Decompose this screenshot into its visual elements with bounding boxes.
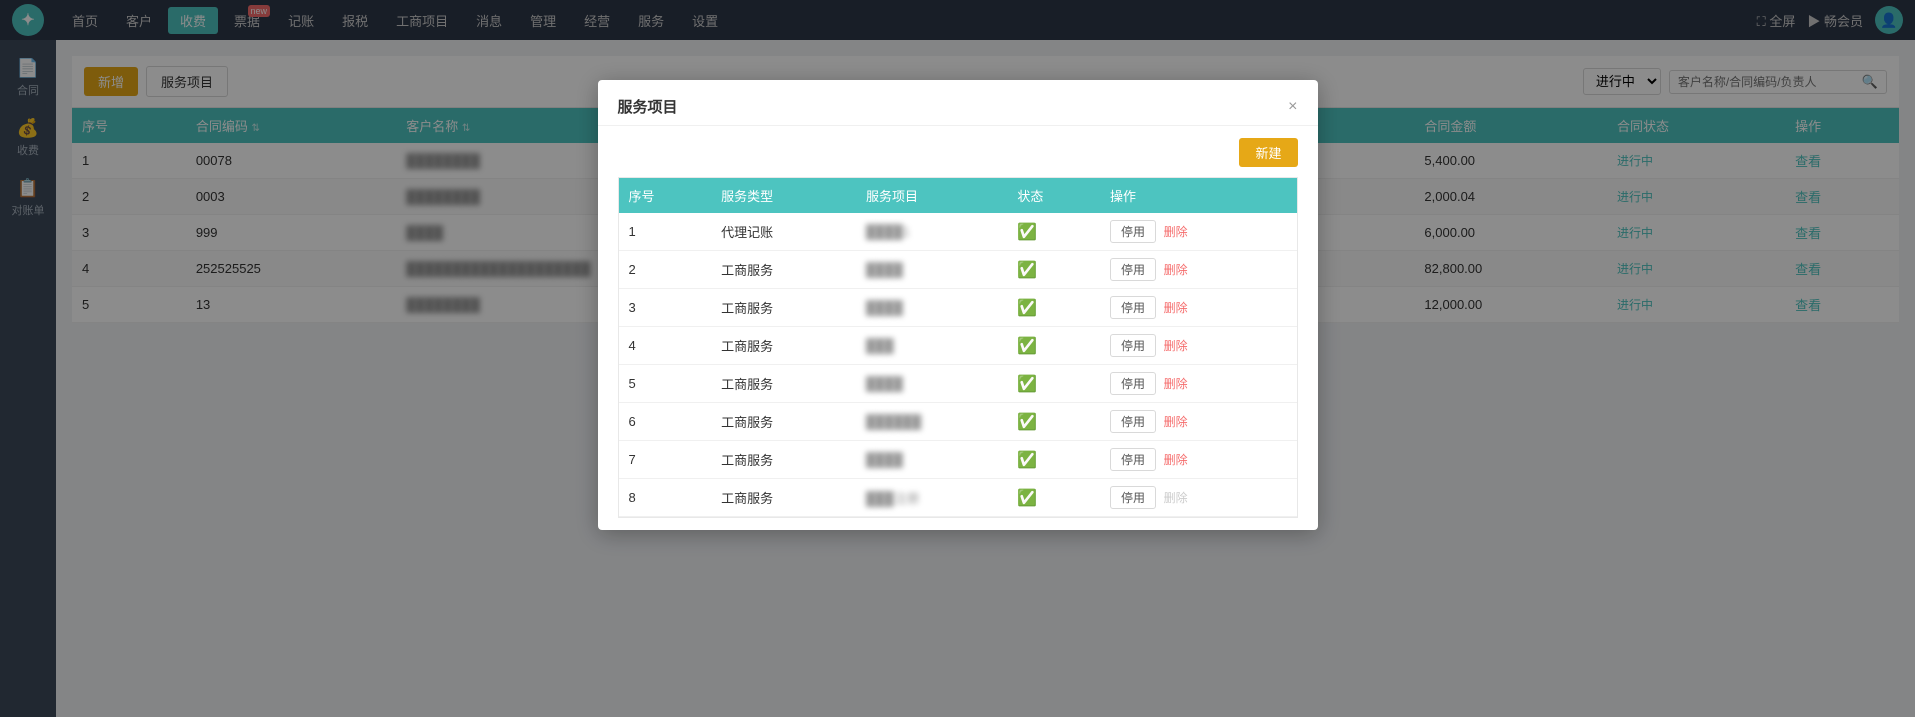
modal-col-status: 状态 <box>1007 178 1100 213</box>
modal-cell-item: ████ <box>856 289 1007 327</box>
modal-cell-seq: 1 <box>619 213 712 251</box>
modal-overlay: 服务项目 × 新建 序号 服务类型 服务项目 状态 操作 <box>0 0 1915 717</box>
modal-cell-seq: 2 <box>619 251 712 289</box>
delete-button[interactable]: 删除 <box>1164 299 1188 316</box>
delete-button[interactable]: 删除 <box>1164 451 1188 468</box>
modal-cell-item: ████ <box>856 251 1007 289</box>
modal-cell-item: ███ <box>856 327 1007 365</box>
modal-cell-seq: 5 <box>619 365 712 403</box>
delete-button[interactable]: 删除 <box>1164 375 1188 392</box>
modal-cell-status: ✅ <box>1007 213 1100 251</box>
modal-cell-action: 停用 删除 <box>1100 403 1297 441</box>
list-item: 6 工商服务 ██████ ✅ 停用 删除 <box>619 403 1297 441</box>
modal-close-button[interactable]: × <box>1288 98 1297 116</box>
modal-cell-action: 停用 删除 <box>1100 479 1297 517</box>
modal-cell-action: 停用 删除 <box>1100 289 1297 327</box>
modal-cell-action: 停用 删除 <box>1100 251 1297 289</box>
status-check-icon: ✅ <box>1017 490 1037 507</box>
modal-toolbar: 新建 <box>618 138 1298 167</box>
modal-col-type: 服务类型 <box>711 178 856 213</box>
list-item: 1 代理记账 ████1 ✅ 停用 删除 <box>619 213 1297 251</box>
modal-cell-status: ✅ <box>1007 327 1100 365</box>
status-check-icon: ✅ <box>1017 414 1037 431</box>
status-check-icon: ✅ <box>1017 300 1037 317</box>
modal-cell-status: ✅ <box>1007 479 1100 517</box>
modal-cell-type: 工商服务 <box>711 289 856 327</box>
status-check-icon: ✅ <box>1017 224 1037 241</box>
modal-cell-action: 停用 删除 <box>1100 327 1297 365</box>
service-table: 序号 服务类型 服务项目 状态 操作 1 代理记账 ████1 ✅ 停用 删除 … <box>619 178 1297 517</box>
modal-table-wrap[interactable]: 序号 服务类型 服务项目 状态 操作 1 代理记账 ████1 ✅ 停用 删除 … <box>618 177 1298 518</box>
status-check-icon: ✅ <box>1017 338 1037 355</box>
modal-cell-status: ✅ <box>1007 441 1100 479</box>
delete-button[interactable]: 删除 <box>1164 413 1188 430</box>
status-check-icon: ✅ <box>1017 376 1037 393</box>
modal-title: 服务项目 <box>618 96 678 117</box>
stop-button[interactable]: 停用 <box>1110 334 1156 357</box>
modal-cell-seq: 3 <box>619 289 712 327</box>
delete-button[interactable]: 删除 <box>1164 337 1188 354</box>
modal-cell-type: 工商服务 <box>711 441 856 479</box>
list-item: 2 工商服务 ████ ✅ 停用 删除 <box>619 251 1297 289</box>
modal-cell-type: 工商服务 <box>711 327 856 365</box>
modal-cell-type: 工商服务 <box>711 403 856 441</box>
stop-button[interactable]: 停用 <box>1110 220 1156 243</box>
modal-cell-status: ✅ <box>1007 251 1100 289</box>
modal-header: 服务项目 × <box>598 80 1318 126</box>
modal-cell-seq: 8 <box>619 479 712 517</box>
modal-cell-type: 代理记账 <box>711 213 856 251</box>
modal-cell-type: 工商服务 <box>711 479 856 517</box>
stop-button[interactable]: 停用 <box>1110 296 1156 319</box>
modal-col-item: 服务项目 <box>856 178 1007 213</box>
stop-button[interactable]: 停用 <box>1110 486 1156 509</box>
list-item: 7 工商服务 ████ ✅ 停用 删除 <box>619 441 1297 479</box>
stop-button[interactable]: 停用 <box>1110 448 1156 471</box>
modal-cell-status: ✅ <box>1007 365 1100 403</box>
stop-button[interactable]: 停用 <box>1110 372 1156 395</box>
modal-cell-item: ████ <box>856 365 1007 403</box>
modal-cell-action: 停用 删除 <box>1100 213 1297 251</box>
modal-cell-type: 工商服务 <box>711 251 856 289</box>
status-check-icon: ✅ <box>1017 262 1037 279</box>
list-item: 4 工商服务 ███ ✅ 停用 删除 <box>619 327 1297 365</box>
stop-button[interactable]: 停用 <box>1110 258 1156 281</box>
modal-cell-item: ████ <box>856 441 1007 479</box>
modal-cell-action: 停用 删除 <box>1100 365 1297 403</box>
modal-cell-seq: 4 <box>619 327 712 365</box>
list-item: 3 工商服务 ████ ✅ 停用 删除 <box>619 289 1297 327</box>
delete-button[interactable]: 删除 <box>1164 223 1188 240</box>
modal-cell-seq: 7 <box>619 441 712 479</box>
modal-cell-type: 工商服务 <box>711 365 856 403</box>
modal-cell-seq: 6 <box>619 403 712 441</box>
delete-button[interactable]: 删除 <box>1164 489 1188 506</box>
list-item: 8 工商服务 ███注册 ✅ 停用 删除 <box>619 479 1297 517</box>
modal-body: 新建 序号 服务类型 服务项目 状态 操作 1 代理记账 <box>598 126 1318 530</box>
modal-cell-item: ████1 <box>856 213 1007 251</box>
delete-button[interactable]: 删除 <box>1164 261 1188 278</box>
modal-cell-action: 停用 删除 <box>1100 441 1297 479</box>
service-modal: 服务项目 × 新建 序号 服务类型 服务项目 状态 操作 <box>598 80 1318 530</box>
modal-cell-status: ✅ <box>1007 289 1100 327</box>
status-check-icon: ✅ <box>1017 452 1037 469</box>
modal-cell-item: ███注册 <box>856 479 1007 517</box>
stop-button[interactable]: 停用 <box>1110 410 1156 433</box>
modal-cell-item: ██████ <box>856 403 1007 441</box>
list-item: 5 工商服务 ████ ✅ 停用 删除 <box>619 365 1297 403</box>
modal-cell-status: ✅ <box>1007 403 1100 441</box>
modal-new-button[interactable]: 新建 <box>1239 138 1297 167</box>
modal-col-action: 操作 <box>1100 178 1297 213</box>
modal-col-seq: 序号 <box>619 178 712 213</box>
